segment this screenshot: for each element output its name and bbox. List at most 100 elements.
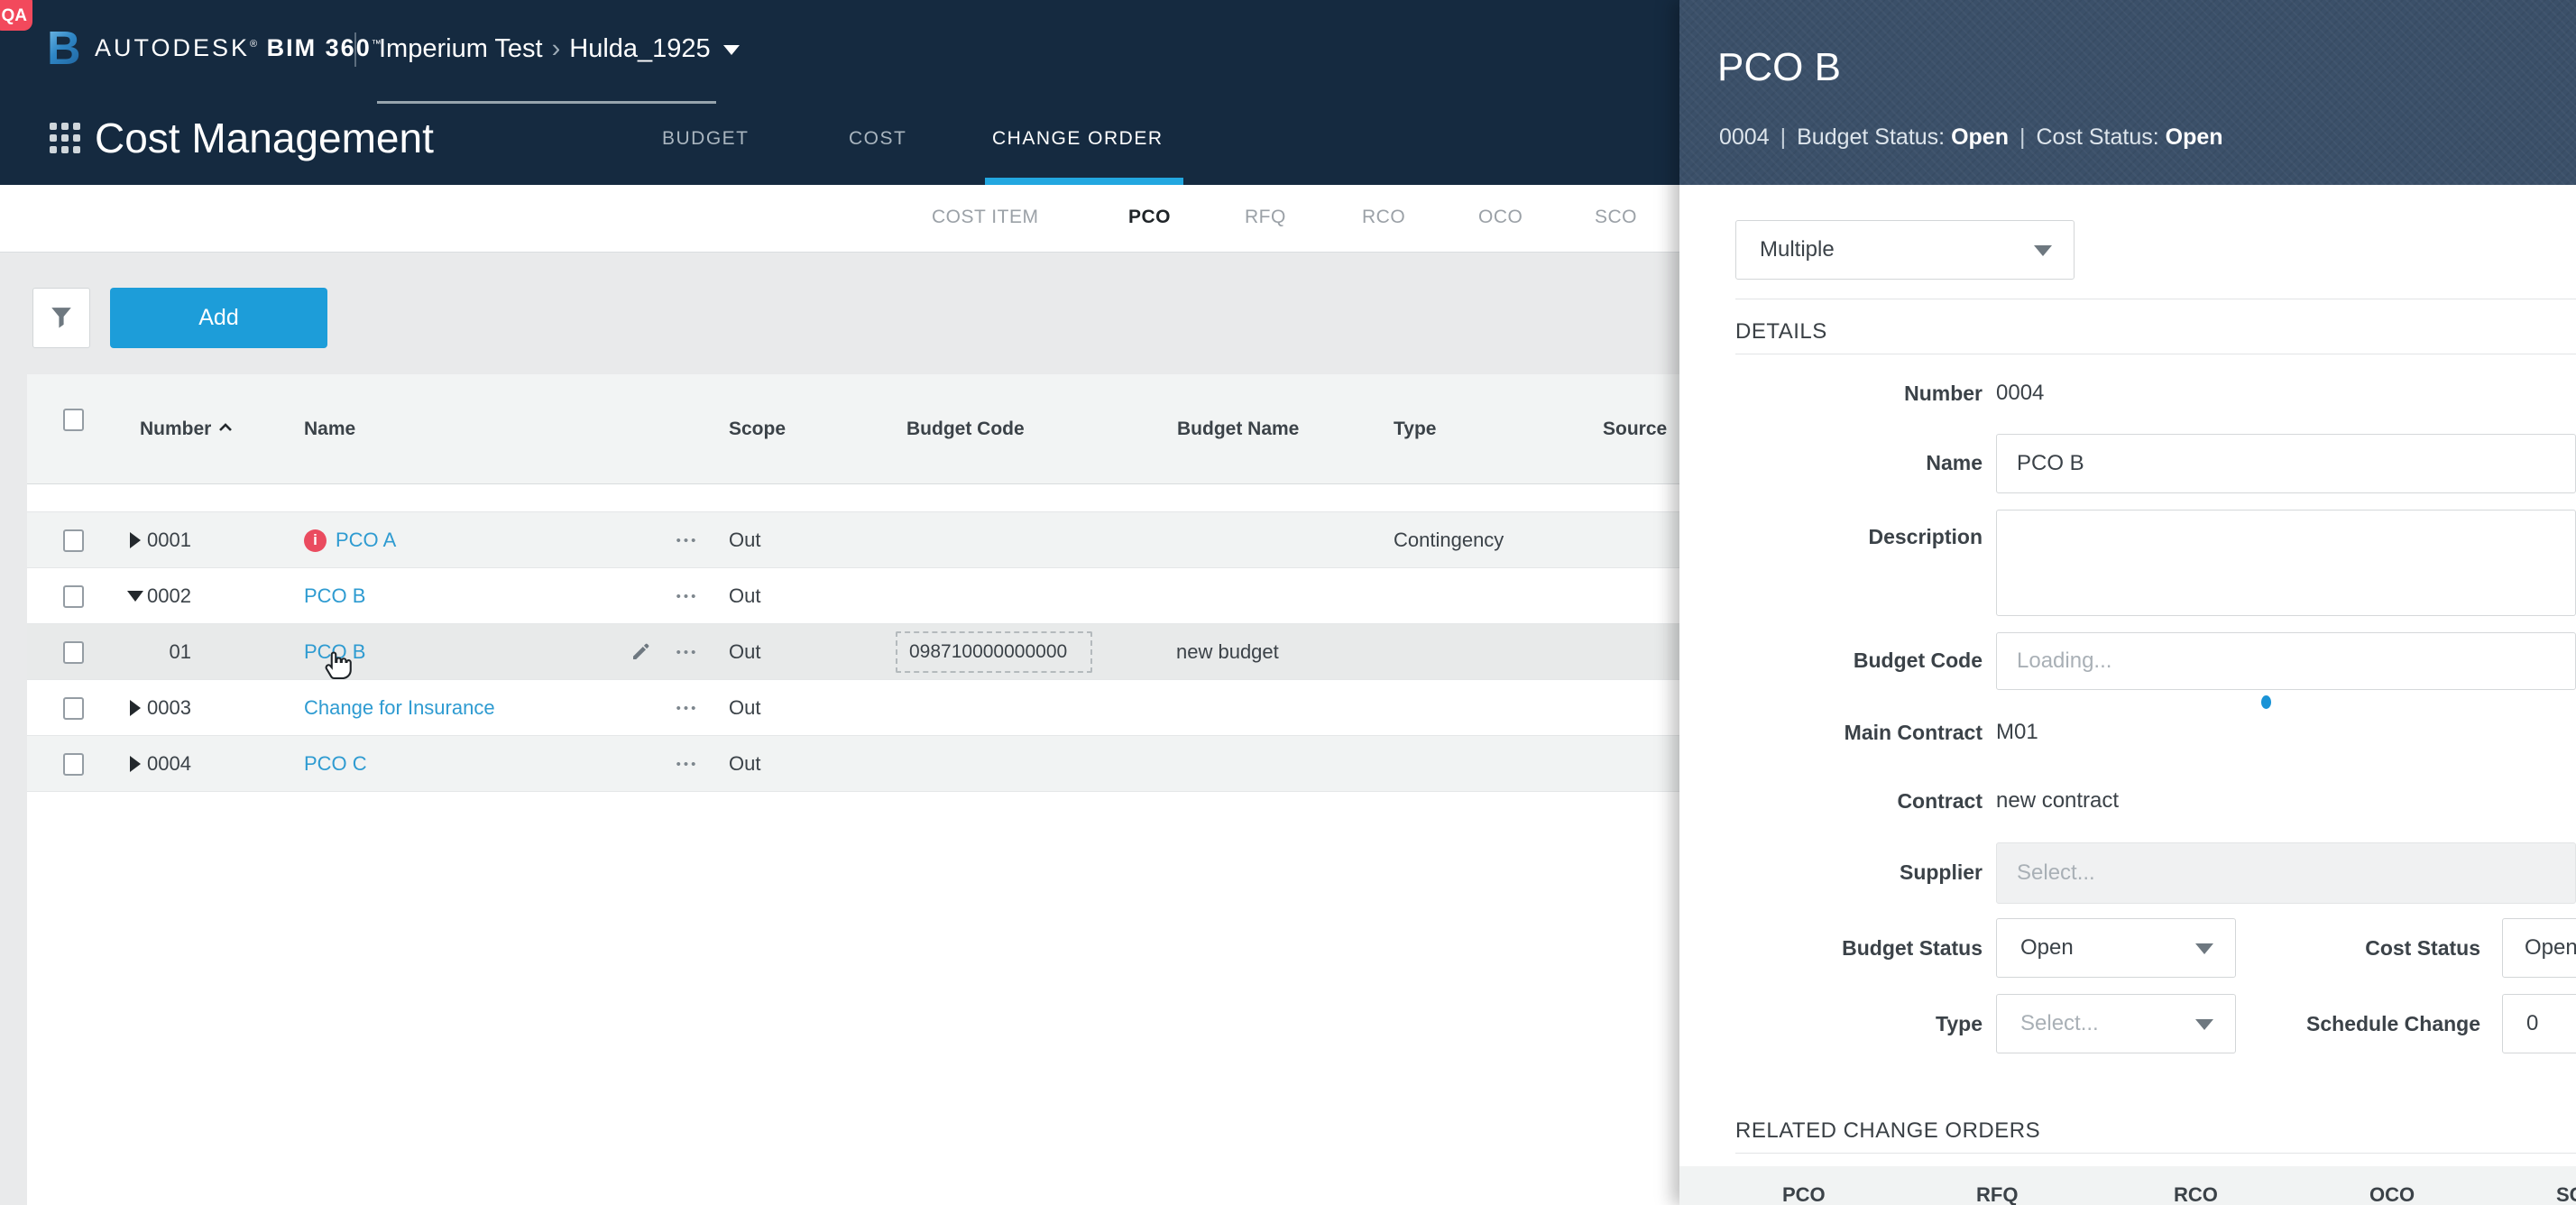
pco-detail-panel: PCO B 0004 | Budget Status: Open | Cost Stat… — [1679, 0, 2576, 1205]
table-row[interactable]: 0003 Change for Insurance ••• Out — [27, 680, 1679, 736]
app-grid-icon[interactable] — [50, 123, 86, 159]
row-name-cell[interactable]: Change for Insurance — [304, 680, 495, 736]
budget-code-label: Budget Code — [1853, 648, 1983, 672]
tab-cost[interactable]: COST — [849, 128, 906, 150]
row-scope: Out — [729, 584, 761, 607]
detail-panel-header: PCO B 0004 | Budget Status: Open | Cost Stat… — [1679, 0, 2576, 185]
row-number: 0004 — [147, 752, 191, 775]
row-budget-name: new budget — [1176, 640, 1279, 663]
column-header-type[interactable]: Type — [1394, 402, 1436, 456]
row-name-link[interactable]: PCO B — [304, 584, 365, 608]
column-header-scope[interactable]: Scope — [729, 402, 786, 456]
budget-status-label: Budget Status — [1842, 936, 1983, 960]
edit-pencil-icon[interactable] — [622, 624, 658, 680]
budget-code-field[interactable] — [1996, 632, 2576, 690]
breadcrumb-underline — [377, 101, 716, 104]
hand-pointer-cursor — [325, 651, 352, 680]
row-number: 0003 — [147, 696, 191, 719]
column-header-budget-code[interactable]: Budget Code — [906, 402, 1025, 456]
row-checkbox[interactable] — [63, 697, 84, 720]
chevron-right-icon: › — [551, 34, 561, 63]
table-header-row: Number Name Scope Budget Code Budget Nam… — [27, 374, 1679, 484]
pco-table: Number Name Scope Budget Code Budget Nam… — [27, 374, 1679, 1205]
description-field[interactable] — [1996, 510, 2576, 616]
breadcrumb[interactable]: Imperium Test › Hulda_1925 — [379, 34, 740, 64]
sort-ascending-icon — [219, 423, 233, 431]
bim360-logo-icon: B — [47, 23, 81, 75]
contract-label: Contract — [1897, 789, 1983, 813]
contract-value: new contract — [1996, 788, 2120, 813]
schedule-change-field[interactable]: 0 — [2502, 994, 2576, 1053]
budget-code-value[interactable]: 098710000000000 — [896, 631, 1093, 673]
row-name-cell[interactable]: PCO B — [304, 568, 365, 624]
row-checkbox[interactable] — [63, 529, 84, 552]
row-scope: Out — [729, 696, 761, 719]
caret-down-icon — [722, 44, 740, 55]
row-name-link[interactable]: PCO C — [304, 752, 367, 776]
select-all-checkbox[interactable] — [63, 409, 84, 431]
view-selector-dropdown[interactable]: Multiple — [1735, 220, 2075, 280]
brand-divider — [354, 32, 356, 67]
row-type: Contingency — [1394, 529, 1504, 551]
row-name-cell[interactable]: PCO C — [304, 736, 367, 792]
budget-code-cell[interactable]: 098710000000000 — [896, 624, 1093, 680]
change-order-subtabs: COST ITEM PCO RFQ RCO OCO SCO — [0, 185, 1679, 253]
more-options-icon[interactable]: ••• — [669, 680, 705, 736]
number-label: Number — [1904, 382, 1983, 405]
cost-status-dropdown[interactable]: Open — [2502, 918, 2576, 978]
alert-icon: i — [304, 529, 327, 552]
subtab-oco[interactable]: OCO — [1478, 207, 1523, 228]
row-checkbox[interactable] — [63, 753, 84, 776]
details-section-heading: DETAILS — [1735, 319, 1827, 344]
related-column-rfq: RFQ — [1976, 1183, 2019, 1205]
top-navigation-bar: QA B AUTODESK® BIM 360™ Imperium Test › Hu… — [0, 0, 1679, 185]
breadcrumb-project[interactable]: Imperium Test — [379, 34, 543, 63]
row-name-link[interactable]: PCO A — [336, 529, 396, 552]
filter-funnel-icon — [51, 307, 71, 328]
caret-down-icon — [2034, 245, 2052, 256]
name-label: Name — [1926, 451, 1983, 474]
supplier-field[interactable] — [1996, 842, 2576, 904]
row-checkbox[interactable] — [63, 641, 84, 664]
qa-environment-badge: QA — [0, 0, 32, 31]
tab-budget[interactable]: BUDGET — [662, 128, 750, 150]
related-column-oco: OCO — [2369, 1183, 2415, 1205]
brand-wordmark: AUTODESK® BIM 360™ — [95, 34, 382, 61]
tab-change-order[interactable]: CHANGE ORDER — [992, 128, 1164, 150]
row-scope: Out — [729, 529, 761, 551]
table-row-child[interactable]: 01 PCO B ••• Out 098710000000000 new bud… — [27, 624, 1679, 680]
more-options-icon[interactable]: ••• — [669, 568, 705, 624]
table-row[interactable]: 0002 PCO B ••• Out — [27, 568, 1679, 624]
table-row[interactable]: 0001 i PCO A ••• Out Contingency — [27, 512, 1679, 568]
cost-status-label: Cost Status — [2365, 936, 2480, 960]
name-field[interactable] — [1996, 434, 2576, 493]
row-number: 0002 — [147, 584, 191, 607]
breadcrumb-current[interactable]: Hulda_1925 — [569, 34, 710, 63]
loading-spinner-dot — [2261, 695, 2271, 709]
column-header-source[interactable]: Source — [1603, 402, 1667, 456]
row-name-cell[interactable]: i PCO A — [304, 512, 396, 568]
row-checkbox[interactable] — [63, 585, 84, 608]
column-header-number[interactable]: Number — [140, 402, 233, 456]
filter-button[interactable] — [32, 288, 90, 348]
more-options-icon[interactable]: ••• — [669, 736, 705, 792]
subtab-rco[interactable]: RCO — [1362, 207, 1405, 228]
table-spacer-row — [27, 484, 1679, 512]
row-scope: Out — [729, 752, 761, 775]
subtab-sco[interactable]: SCO — [1595, 207, 1637, 228]
table-row[interactable]: 0004 PCO C ••• Out — [27, 736, 1679, 792]
related-column-pco: PCO — [1782, 1183, 1826, 1205]
add-button[interactable]: Add — [110, 288, 327, 348]
number-value: 0004 — [1996, 381, 2045, 405]
column-header-budget-name[interactable]: Budget Name — [1177, 402, 1299, 456]
row-scope: Out — [729, 640, 761, 663]
related-column-sco: SCO — [2556, 1183, 2576, 1205]
subtab-cost-item[interactable]: COST ITEM — [932, 207, 1038, 228]
description-label: Description — [1868, 525, 1983, 548]
more-options-icon[interactable]: ••• — [669, 512, 705, 568]
subtab-pco[interactable]: PCO — [1128, 207, 1171, 228]
column-header-name[interactable]: Name — [304, 402, 355, 456]
more-options-icon[interactable]: ••• — [669, 624, 705, 680]
subtab-rfq[interactable]: RFQ — [1245, 207, 1286, 228]
row-name-link[interactable]: Change for Insurance — [304, 696, 495, 720]
